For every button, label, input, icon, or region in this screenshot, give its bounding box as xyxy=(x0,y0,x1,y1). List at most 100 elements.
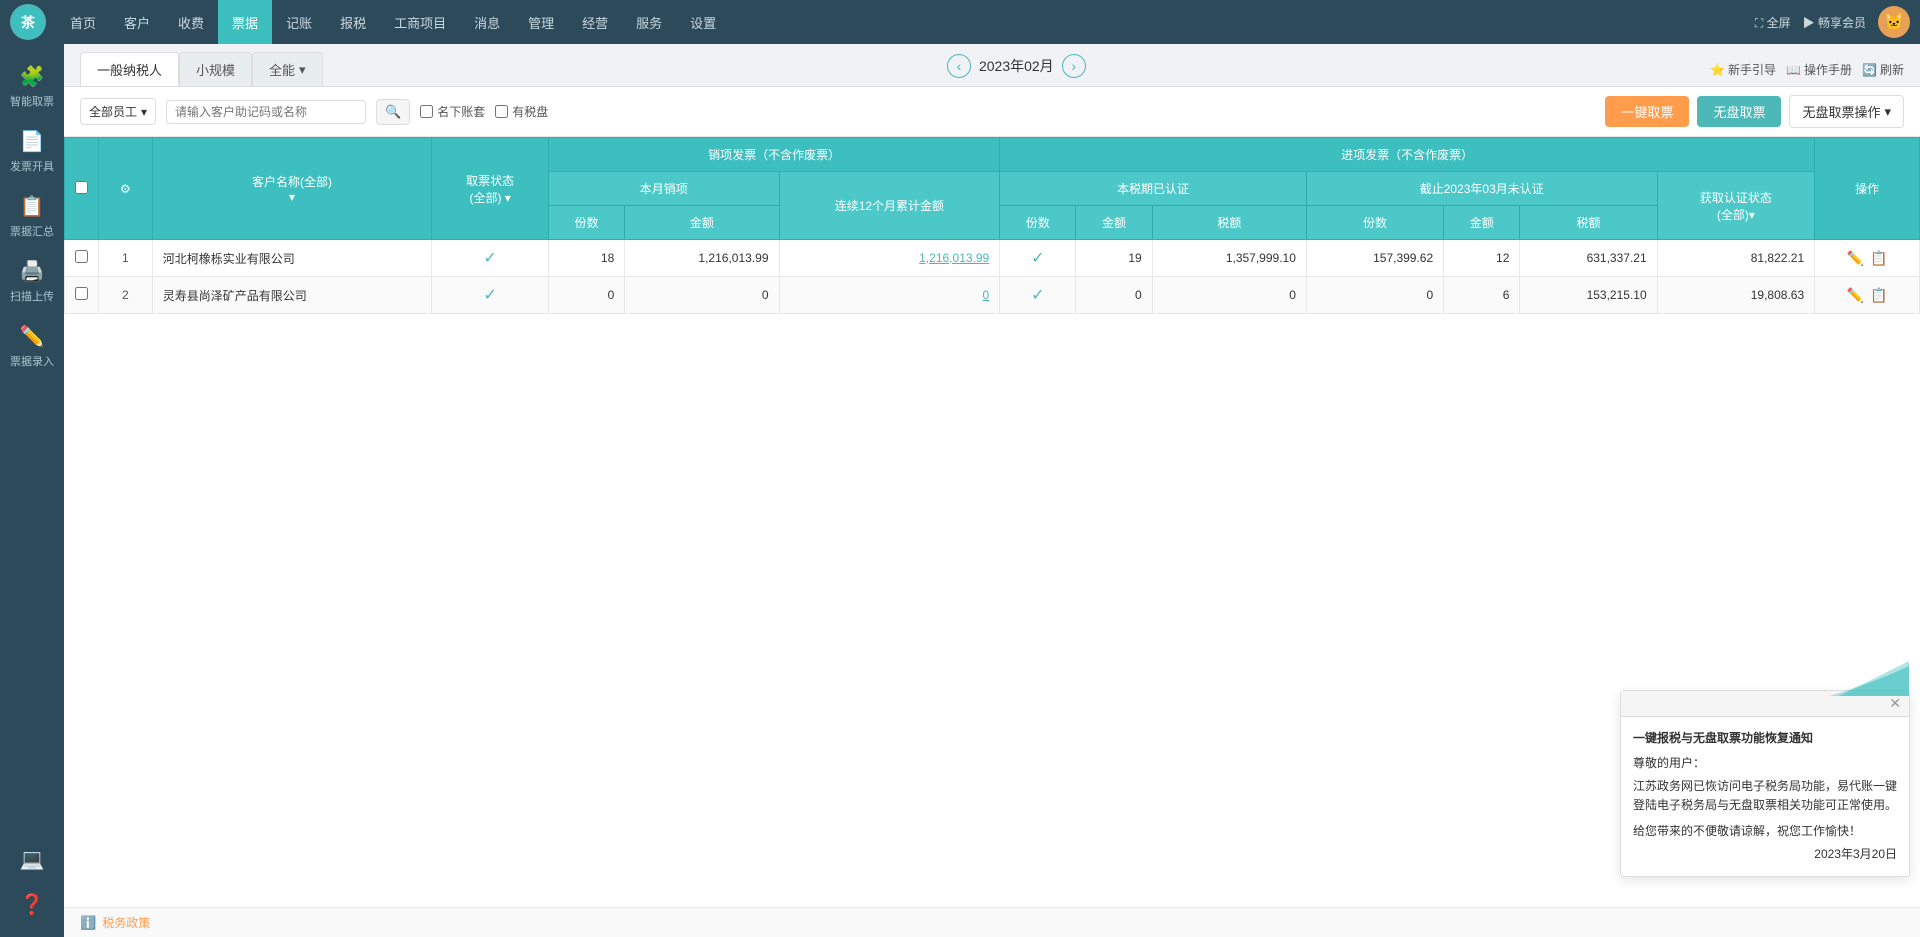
edit-icon-1[interactable]: ✏️ xyxy=(1847,287,1864,304)
row-sales-qty-1: 0 xyxy=(549,277,625,314)
nav-home[interactable]: 首页 xyxy=(56,0,110,44)
manual-link[interactable]: 📖 操作手册 xyxy=(1786,61,1852,78)
refresh-icon: 🔄 xyxy=(1862,63,1877,77)
nav-billing[interactable]: 收费 xyxy=(164,0,218,44)
nav-customer[interactable]: 客户 xyxy=(110,0,164,44)
search-button[interactable]: 🔍 xyxy=(376,99,410,125)
nav-invoices[interactable]: 票据 xyxy=(218,0,272,44)
row-select-0[interactable] xyxy=(65,240,99,277)
row-sales-amount-1: 0 xyxy=(625,277,779,314)
guide-link[interactable]: ⭐ 新手引导 xyxy=(1710,61,1776,78)
nav-manage[interactable]: 管理 xyxy=(514,0,568,44)
tab-general-taxpayer[interactable]: 一般纳税人 xyxy=(80,52,179,86)
col-purch-cert-amount: 金额 xyxy=(1076,206,1152,240)
tab-all[interactable]: 全能 ▾ xyxy=(252,52,323,86)
top-actions: ⭐ 新手引导 📖 操作手册 🔄 刷新 xyxy=(1710,61,1904,86)
next-month-btn[interactable]: › xyxy=(1062,54,1086,78)
row-uncert-qty-1: 6 xyxy=(1444,277,1520,314)
sidebar-item-scan-upload[interactable]: 🖨️ 扫描上传 xyxy=(0,249,64,314)
notification-close-btn[interactable]: ✕ xyxy=(1889,695,1901,712)
one-click-btn[interactable]: 一键取票 xyxy=(1605,96,1689,127)
row-purch-cert-amount-0: 1,357,999.10 xyxy=(1152,240,1306,277)
row-select-1[interactable] xyxy=(65,277,99,314)
tab-all-dropdown-icon: ▾ xyxy=(299,62,306,78)
row-cumulative-1: 0 xyxy=(779,277,1000,314)
sidebar: 🧩 智能取票 📄 发票开具 📋 票据汇总 🖨️ 扫描上传 ✏️ 票据录入 💻 ❓ xyxy=(0,44,64,937)
col-select xyxy=(65,138,99,240)
current-date: 2023年02月 xyxy=(979,56,1054,76)
prev-month-btn[interactable]: ‹ xyxy=(947,54,971,78)
date-nav: ‹ 2023年02月 › xyxy=(947,54,1086,86)
computer-icon: 💻 xyxy=(20,847,45,872)
subscribed-checkbox-label[interactable]: 名下账套 xyxy=(420,103,485,120)
nav-operation[interactable]: 经营 xyxy=(568,0,622,44)
nav-business[interactable]: 工商项目 xyxy=(380,0,460,44)
row-purch-cert-amount-1: 0 xyxy=(1152,277,1306,314)
col-customer: 客户名称(全部) ▾ xyxy=(152,138,431,240)
row-customer-0: 河北柯橡栎实业有限公司 xyxy=(152,240,431,277)
col-sales-qty: 份数 xyxy=(549,206,625,240)
sidebar-item-issue-invoice[interactable]: 📄 发票开具 xyxy=(0,119,64,184)
policy-link[interactable]: 税务政策 xyxy=(102,914,150,931)
table-row: 1 河北柯橡栎实业有限公司 ✓ 18 1,216,013.99 1,216,01… xyxy=(65,240,1920,277)
take-status-filter-icon[interactable]: ▾ xyxy=(505,191,511,205)
row-purch-cert-qty-0: 19 xyxy=(1076,240,1152,277)
config-icon[interactable]: ⚙ xyxy=(120,182,131,196)
row-sales-qty-0: 18 xyxy=(549,240,625,277)
col-sales-amount: 金额 xyxy=(625,206,779,240)
select-all-checkbox[interactable] xyxy=(75,181,88,194)
svg-text:茶: 茶 xyxy=(20,14,36,30)
nav-settings[interactable]: 设置 xyxy=(676,0,730,44)
notification-header: ✕ xyxy=(1621,691,1909,717)
row-cert-status-0: ✓ xyxy=(1000,240,1076,277)
taxdisk-checkbox[interactable] xyxy=(495,105,508,118)
no-disk-btn[interactable]: 无盘取票 xyxy=(1697,96,1781,127)
notification-content: 江苏政务网已恢访问电子税务局功能，易代账一键登陆电子税务局与无盘取票相关功能可正… xyxy=(1633,777,1897,815)
copy-icon-1[interactable]: 📋 xyxy=(1870,287,1887,304)
sidebar-item-computer[interactable]: 💻 xyxy=(20,837,45,882)
copy-icon-0[interactable]: 📋 xyxy=(1870,250,1887,267)
search-input[interactable] xyxy=(166,100,366,124)
col-take-status: 取票状态(全部) ▾ xyxy=(432,138,549,240)
top-nav: 茶 首页 客户 收费 票据 记账 报税 工商项目 消息 管理 经营 服务 设置 … xyxy=(0,0,1920,44)
row-uncert-amount-1: 153,215.10 xyxy=(1520,277,1657,314)
no-disk-ops-btn[interactable]: 无盘取票操作 ▾ xyxy=(1789,95,1904,128)
refresh-link[interactable]: 🔄 刷新 xyxy=(1862,61,1904,78)
row-purch-cert-tax-1: 0 xyxy=(1306,277,1443,314)
sidebar-item-help[interactable]: ❓ xyxy=(20,882,45,927)
col-uncert-qty: 份数 xyxy=(1306,206,1443,240)
row-customer-1: 灵寿县尚泽矿产品有限公司 xyxy=(152,277,431,314)
tabs-bar: 一般纳税人 小规模 全能 ▾ ‹ 2023年02月 › ⭐ 新手引导 xyxy=(64,44,1920,87)
sidebar-item-smart-tickets[interactable]: 🧩 智能取票 xyxy=(0,54,64,119)
data-table: ⚙ 客户名称(全部) ▾ 取票状态(全部) ▾ 销项发票（不含作废票） 进项发票… xyxy=(64,137,1920,314)
cert-filter-icon[interactable]: ▾ xyxy=(1749,208,1755,222)
row-actions-0: ✏️ 📋 xyxy=(1815,240,1920,277)
row-sales-amount-0: 1,216,013.99 xyxy=(625,240,779,277)
col-certified: 本税期已认证 xyxy=(1000,172,1307,206)
nav-tax[interactable]: 报税 xyxy=(326,0,380,44)
col-uncert-tax: 税额 xyxy=(1520,206,1657,240)
status-bar: ℹ️ 税务政策 xyxy=(64,907,1920,937)
edit-icon-0[interactable]: ✏️ xyxy=(1847,250,1864,267)
nav-message[interactable]: 消息 xyxy=(460,0,514,44)
ops-arrow-icon: ▾ xyxy=(1884,104,1891,120)
manual-icon: 📖 xyxy=(1786,63,1801,77)
fullscreen-btn[interactable]: ⛶ 全屏 xyxy=(1755,14,1791,31)
subscribed-checkbox[interactable] xyxy=(420,105,433,118)
scan-upload-icon: 🖨️ xyxy=(20,259,45,284)
nav-bookkeeping[interactable]: 记账 xyxy=(272,0,326,44)
nav-service[interactable]: 服务 xyxy=(622,0,676,44)
col-sales-header: 销项发票（不含作废票） xyxy=(549,138,1000,172)
row-uncert-tax-1: 19,808.63 xyxy=(1657,277,1815,314)
nav-right: ⛶ 全屏 ▶ 畅享会员 🐱 xyxy=(1755,6,1910,38)
tab-small-scale[interactable]: 小规模 xyxy=(179,52,252,86)
sidebar-item-invoice-summary[interactable]: 📋 票据汇总 xyxy=(0,184,64,249)
ticket-entry-icon: ✏️ xyxy=(20,324,45,349)
customer-filter-icon[interactable]: ▾ xyxy=(289,190,295,204)
taxdisk-checkbox-label[interactable]: 有税盘 xyxy=(495,103,548,120)
row-cumulative-0: 1,216,013.99 xyxy=(779,240,1000,277)
user-avatar[interactable]: 🐱 xyxy=(1878,6,1910,38)
vip-btn[interactable]: ▶ 畅享会员 xyxy=(1803,14,1866,31)
sidebar-item-ticket-entry[interactable]: ✏️ 票据录入 xyxy=(0,314,64,379)
employee-filter[interactable]: 全部员工 ▾ xyxy=(80,98,156,125)
